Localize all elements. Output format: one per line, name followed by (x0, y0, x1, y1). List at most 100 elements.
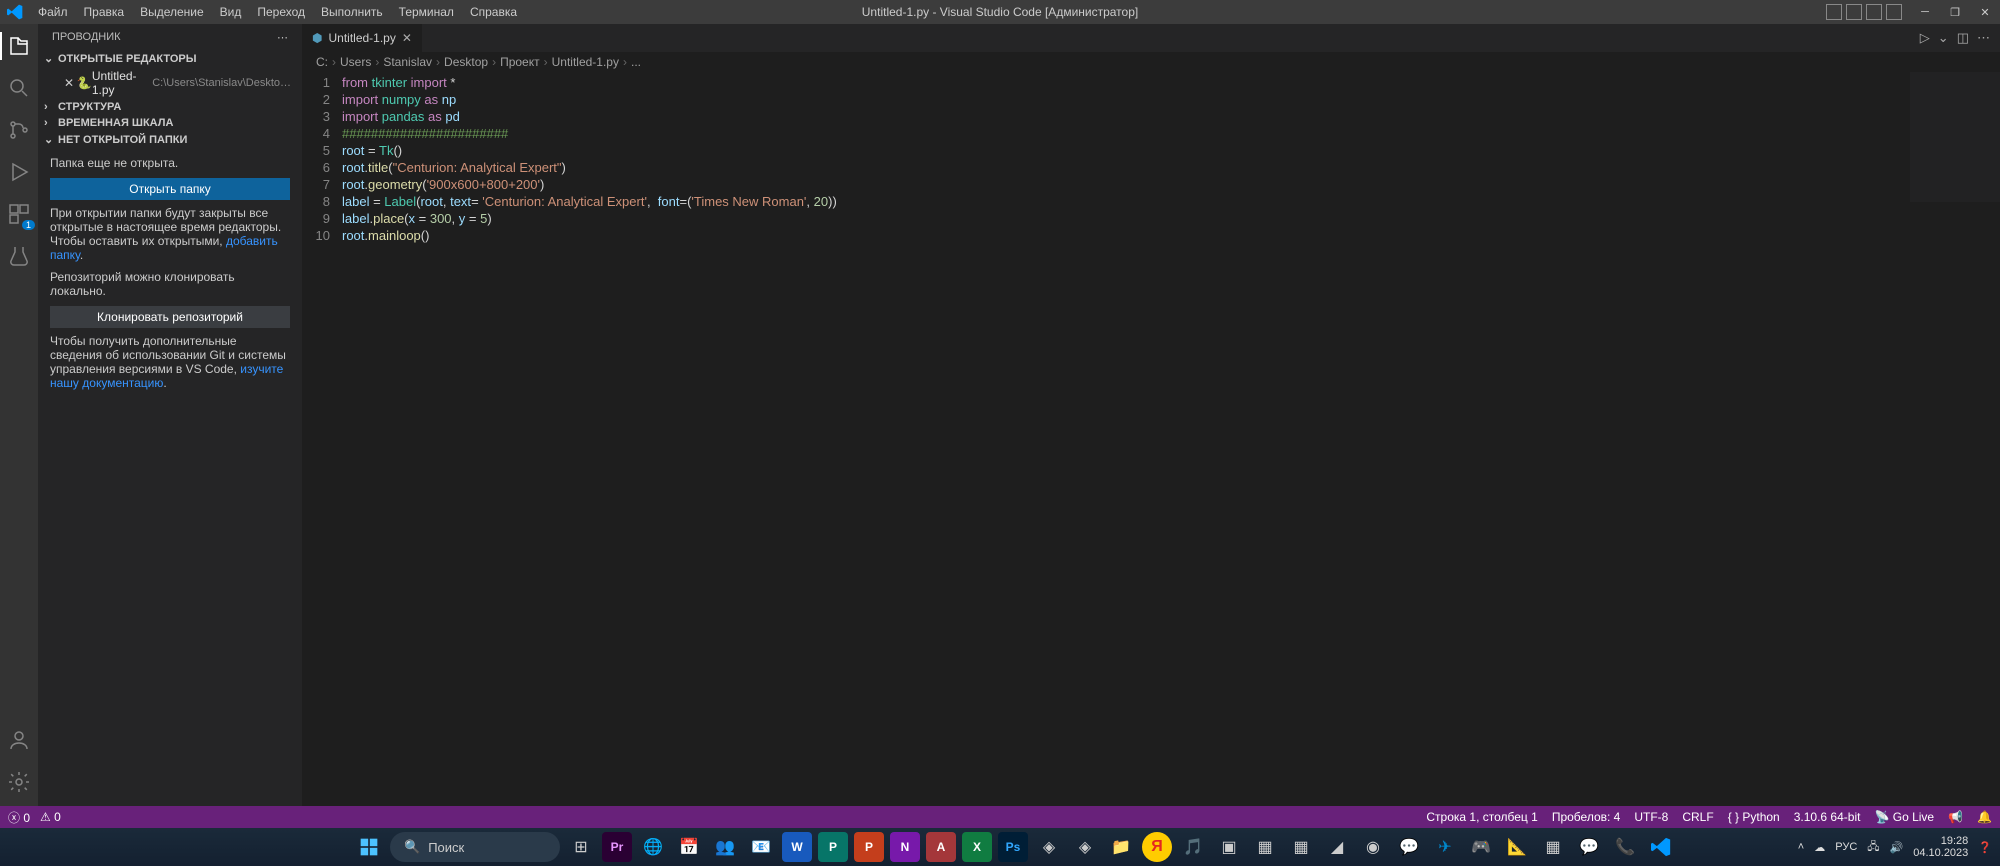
copilot-icon[interactable]: ❓ (1978, 841, 1992, 854)
open-editor-item[interactable]: ✕ 🐍 Untitled-1.py C:\Users\Stanislav\Des… (38, 67, 302, 99)
powerpoint-icon[interactable]: P (854, 832, 884, 862)
clone-repo-button[interactable]: Клонировать репозиторий (50, 306, 290, 328)
start-button[interactable] (354, 832, 384, 862)
app3-icon[interactable]: ◢ (1322, 832, 1352, 862)
breadcrumb-segment[interactable]: Untitled-1.py (552, 55, 619, 69)
layout-controls[interactable] (1826, 4, 1902, 20)
breadcrumb-segment[interactable]: Users (340, 55, 371, 69)
telegram-icon[interactable]: ✈ (1430, 832, 1460, 862)
app-icon[interactable]: ▦ (1250, 832, 1280, 862)
menu-Терминал[interactable]: Терминал (391, 5, 462, 19)
taskbar-search[interactable]: 🔍 Поиск (390, 832, 560, 862)
source-control-icon[interactable] (5, 116, 33, 144)
menu-Выделение[interactable]: Выделение (132, 5, 212, 19)
access-icon[interactable]: A (926, 832, 956, 862)
encoding[interactable]: UTF-8 (1634, 810, 1668, 824)
accounts-icon[interactable] (5, 726, 33, 754)
clock[interactable]: 19:28 04.10.2023 (1913, 835, 1968, 859)
steam-icon[interactable]: ◉ (1358, 832, 1388, 862)
menu-Правка[interactable]: Правка (76, 5, 133, 19)
testing-icon[interactable] (5, 242, 33, 270)
breadcrumbs[interactable]: C: › Users › Stanislav › Desktop › Проек… (302, 52, 2000, 72)
split-editor-icon[interactable]: ◫ (1957, 30, 1969, 46)
menu-bar: ФайлПравкаВыделениеВидПереходВыполнитьТе… (30, 5, 525, 19)
breadcrumb-segment[interactable]: C: (316, 55, 328, 69)
onedrive-icon[interactable]: ☁ (1814, 841, 1825, 854)
app4-icon[interactable]: ▦ (1538, 832, 1568, 862)
close-button[interactable]: ✕ (1970, 0, 2000, 24)
search-icon: 🔍 (404, 839, 420, 855)
messenger-icon[interactable]: 💬 (1574, 832, 1604, 862)
run-icon[interactable]: ▷ (1920, 30, 1930, 46)
eol[interactable]: CRLF (1682, 810, 1713, 824)
breadcrumb-segment[interactable]: Stanislav (383, 55, 432, 69)
maximize-button[interactable]: ❐ (1940, 0, 1970, 24)
close-editor-icon[interactable]: ✕ (64, 76, 77, 90)
tab-more-icon[interactable]: ⋯ (1977, 30, 1990, 46)
calendar-icon[interactable]: 📅 (674, 832, 704, 862)
tray-chevron-icon[interactable]: ˄ (1798, 841, 1804, 853)
language-mode[interactable]: { } Python (1728, 810, 1780, 824)
editor-body[interactable]: 12345678910 from tkinter import *import … (302, 72, 2000, 806)
terminal-icon[interactable]: ▣ (1214, 832, 1244, 862)
viber-icon[interactable]: 📞 (1610, 832, 1640, 862)
menu-Вид[interactable]: Вид (212, 5, 250, 19)
run-debug-icon[interactable] (5, 158, 33, 186)
go-live[interactable]: 📡 Go Live (1874, 810, 1934, 824)
yandex-icon[interactable]: Я (1142, 832, 1172, 862)
nofolder-header[interactable]: ⌄НЕТ ОТКРЫТОЙ ПАПКИ (38, 131, 302, 148)
menu-Файл[interactable]: Файл (30, 5, 76, 19)
notifications-icon[interactable]: 🔔 (1977, 810, 1992, 824)
settings-gear-icon[interactable] (5, 768, 33, 796)
explorer-icon[interactable]: 📁 (1106, 832, 1136, 862)
breadcrumb-segment[interactable]: Проект (500, 55, 540, 69)
menu-Переход[interactable]: Переход (249, 5, 313, 19)
whatsapp-icon[interactable]: 💬 (1394, 832, 1424, 862)
warnings-indicator[interactable]: ⚠ 0 (40, 810, 61, 824)
publisher-icon[interactable]: P (818, 832, 848, 862)
edge-icon[interactable]: 🌐 (638, 832, 668, 862)
breadcrumb-segment[interactable]: Desktop (444, 55, 488, 69)
app2-icon[interactable]: ▦ (1286, 832, 1316, 862)
minimap[interactable] (1910, 72, 2000, 202)
volume-icon[interactable]: 🔊 (1890, 841, 1904, 854)
cursor-position[interactable]: Строка 1, столбец 1 (1426, 810, 1537, 824)
explorer-more-icon[interactable]: ⋯ (277, 31, 288, 44)
word-icon[interactable]: W (782, 832, 812, 862)
indentation[interactable]: Пробелов: 4 (1552, 810, 1621, 824)
vs2-icon[interactable]: ◈ (1070, 832, 1100, 862)
open-folder-button[interactable]: Открыть папку (50, 178, 290, 200)
premiere-icon[interactable]: Pr (602, 832, 632, 862)
tray-lang[interactable]: РУС (1835, 841, 1857, 853)
code-content[interactable]: from tkinter import *import numpy as npi… (342, 72, 837, 806)
search-icon[interactable] (5, 74, 33, 102)
close-tab-icon[interactable]: ✕ (402, 31, 412, 45)
explorer-icon[interactable] (5, 32, 33, 60)
excel-icon[interactable]: X (962, 832, 992, 862)
photoshop-icon[interactable]: Ps (998, 832, 1028, 862)
breadcrumb-segment[interactable]: ... (631, 55, 641, 69)
feedback-icon[interactable]: 📢 (1948, 810, 1963, 824)
outlook-icon[interactable]: 📧 (746, 832, 776, 862)
minimize-button[interactable]: ─ (1910, 0, 1940, 24)
outline-header[interactable]: ›СТРУКТУРА (38, 99, 302, 115)
teams-icon[interactable]: 👥 (710, 832, 740, 862)
task-view-icon[interactable]: ⊞ (566, 832, 596, 862)
matlab-icon[interactable]: 📐 (1502, 832, 1532, 862)
discord-icon[interactable]: 🎮 (1466, 832, 1496, 862)
errors-indicator[interactable]: ⓧ 0 (8, 809, 30, 826)
open-editors-header[interactable]: ⌄ОТКРЫТЫЕ РЕДАКТОРЫ (38, 50, 302, 67)
onenote-icon[interactable]: N (890, 832, 920, 862)
run-dropdown-icon[interactable]: ⌄ (1938, 30, 1949, 46)
interpreter[interactable]: 3.10.6 64-bit (1794, 810, 1861, 824)
menu-Выполнить[interactable]: Выполнить (313, 5, 391, 19)
timeline-header[interactable]: ›ВРЕМЕННАЯ ШКАЛА (38, 115, 302, 131)
network-icon[interactable]: 🖧 (1867, 838, 1879, 857)
menu-Справка[interactable]: Справка (462, 5, 525, 19)
vscode-taskbar-icon[interactable] (1646, 832, 1676, 862)
spotify-icon[interactable]: 🎵 (1178, 832, 1208, 862)
editor-tab[interactable]: ⬢ Untitled-1.py ✕ (302, 24, 423, 52)
vs-icon[interactable]: ◈ (1034, 832, 1064, 862)
system-tray[interactable]: ˄ ☁ РУС 🖧 🔊 19:28 04.10.2023 ❓ (1798, 835, 1992, 859)
extensions-icon[interactable]: 1 (5, 200, 33, 228)
